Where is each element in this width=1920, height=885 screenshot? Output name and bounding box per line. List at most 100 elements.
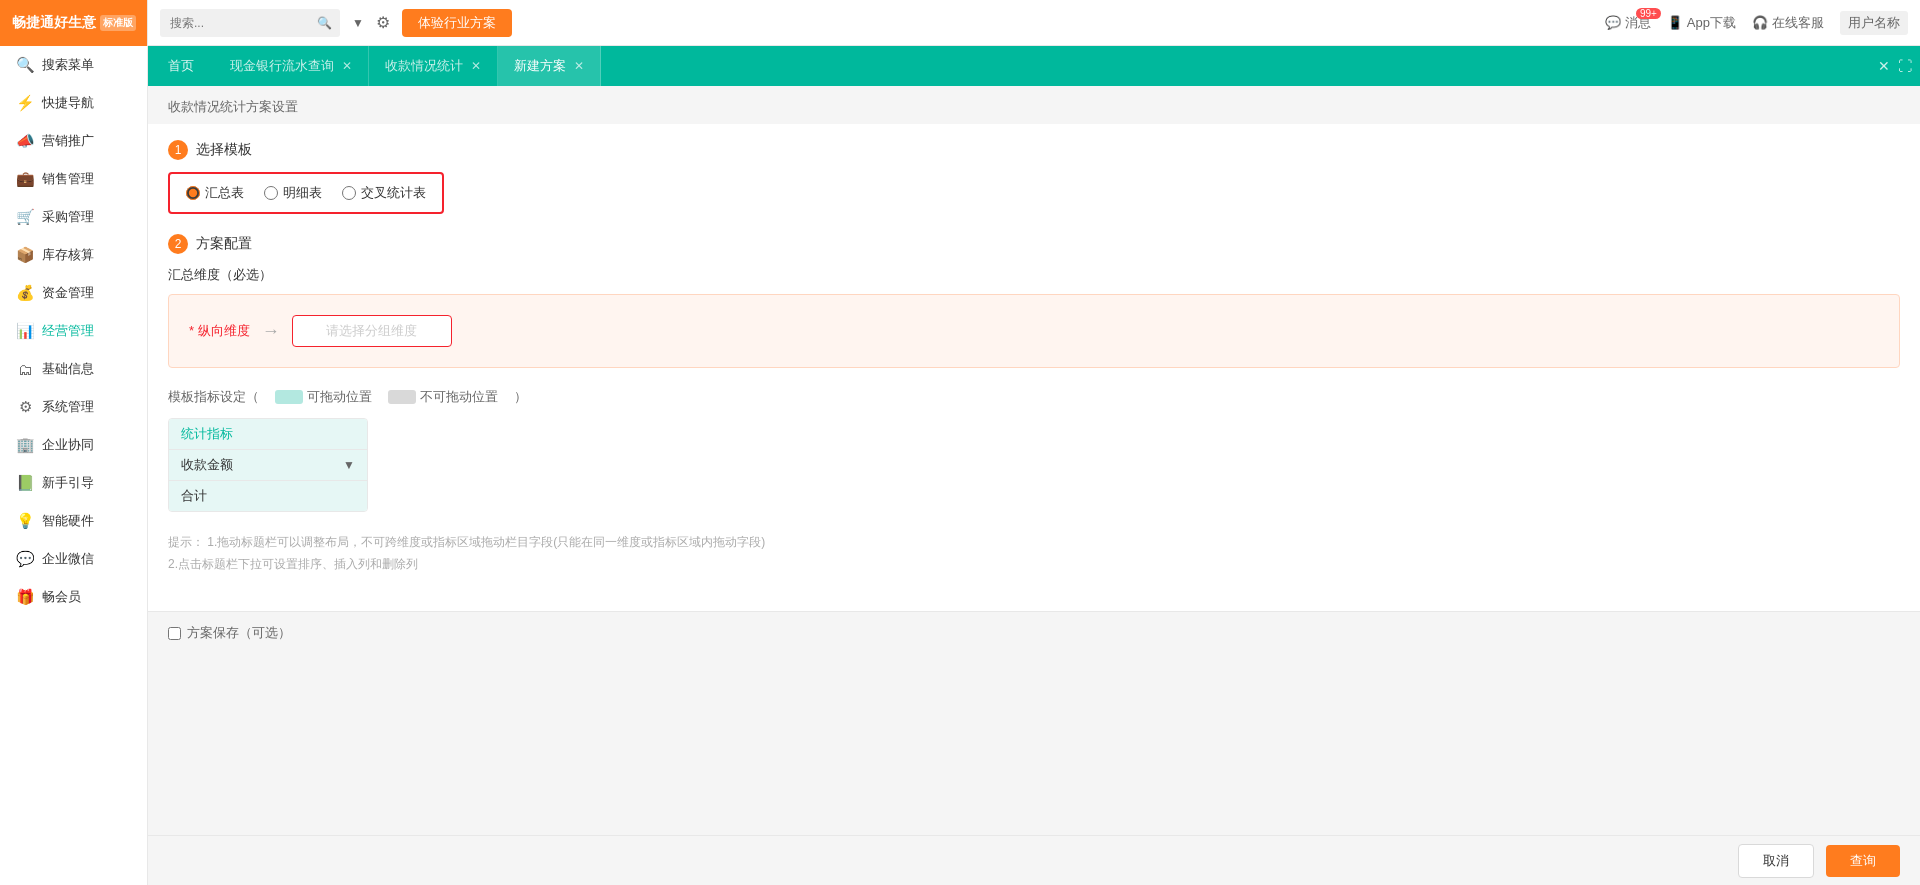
indicator-section-label-prefix: 模板指标设定（ [168, 388, 259, 406]
legend-non-draggable: 不可拖动位置 [388, 388, 498, 406]
operations-icon: 📊 [16, 322, 34, 340]
step1-number: 1 [168, 140, 188, 160]
sidebar-item-hardware[interactable]: 💡 智能硬件 [0, 502, 147, 540]
message-icon: 💬 [1605, 15, 1621, 30]
step2-number: 2 [168, 234, 188, 254]
maximize-icon[interactable]: ⛶ [1898, 58, 1912, 74]
dropdown-arrow[interactable]: ▼ [352, 16, 364, 30]
step1-block: 1 选择模板 汇总表 明细表 交叉统计表 [168, 140, 1900, 214]
hardware-icon: 💡 [16, 512, 34, 530]
sidebar-item-label: 资金管理 [42, 284, 94, 302]
dimension-select-button[interactable]: 请选择分组维度 [292, 315, 452, 347]
sidebar-item-sales[interactable]: 💼 销售管理 [0, 160, 147, 198]
sidebar-item-label: 基础信息 [42, 360, 94, 378]
non-draggable-label: 不可拖动位置 [420, 388, 498, 406]
messages-item[interactable]: 💬 消息 99+ [1605, 14, 1651, 32]
sidebar-item-enterprise[interactable]: 🏢 企业协同 [0, 426, 147, 464]
radio-huizong[interactable]: 汇总表 [186, 184, 244, 202]
sidebar-item-basic[interactable]: 🗂 基础信息 [0, 350, 147, 388]
sidebar-item-member[interactable]: 🎁 畅会员 [0, 578, 147, 616]
step1-title: 选择模板 [196, 141, 252, 159]
purchase-icon: 🛒 [16, 208, 34, 226]
topbar: 🔍 ▼ ⚙ 体验行业方案 💬 消息 99+ 📱 App下载 🎧 在线客服 用户名… [148, 0, 1920, 46]
sidebar-item-label: 销售管理 [42, 170, 94, 188]
sidebar-item-label: 快捷导航 [42, 94, 94, 112]
draggable-legend-box [275, 390, 303, 404]
indicator-amount-label: 收款金额 [181, 456, 233, 474]
tab-home[interactable]: 首页 [148, 46, 214, 86]
finance-icon: 💰 [16, 284, 34, 302]
close-window-icon[interactable]: ✕ [1878, 58, 1890, 74]
user-info[interactable]: 用户名称 [1840, 11, 1908, 35]
tab-close-newplan[interactable]: ✕ [574, 59, 584, 73]
sidebar-item-label: 搜索菜单 [42, 56, 94, 74]
sidebar-item-search[interactable]: 🔍 搜索菜单 [0, 46, 147, 84]
wechat-icon: 💬 [16, 550, 34, 568]
indicator-table: 统计指标 收款金额 ▼ 合计 [168, 418, 368, 512]
settings-icon[interactable]: ⚙ [376, 13, 390, 32]
industry-solution-button[interactable]: 体验行业方案 [402, 9, 512, 37]
chevron-down-icon: ▼ [343, 458, 355, 472]
radio-jiacha-label: 交叉统计表 [361, 184, 426, 202]
sidebar-item-finance[interactable]: 💰 资金管理 [0, 274, 147, 312]
sidebar-item-label: 智能硬件 [42, 512, 94, 530]
bottom-bar: 取消 查询 [148, 835, 1920, 885]
dimension-arrow: → [262, 321, 280, 342]
radio-jiacha[interactable]: 交叉统计表 [342, 184, 426, 202]
sidebar-item-label: 采购管理 [42, 208, 94, 226]
tab-close-cashflow[interactable]: ✕ [342, 59, 352, 73]
radio-huizong-label: 汇总表 [205, 184, 244, 202]
system-icon: ⚙ [16, 398, 34, 416]
radio-huizong-input[interactable] [186, 186, 200, 200]
content-area: 收款情况统计方案设置 1 选择模板 汇总表 明细表 [148, 86, 1920, 835]
sidebar-item-marketing[interactable]: 📣 营销推广 [0, 122, 147, 160]
indicator-total: 合计 [169, 481, 367, 511]
step1-header: 1 选择模板 [168, 140, 1900, 160]
tab-new-plan[interactable]: 新建方案 ✕ [498, 46, 601, 86]
download-item[interactable]: 📱 App下载 [1667, 14, 1736, 32]
dimension-area: 纵向维度 → 请选择分组维度 [168, 294, 1900, 368]
sidebar-item-guide[interactable]: 📗 新手引导 [0, 464, 147, 502]
guide-icon: 📗 [16, 474, 34, 492]
indicator-cell-amount[interactable]: 收款金额 ▼ [169, 450, 367, 481]
tip-1: 提示： 1.拖动标题栏可以调整布局，不可跨维度或指标区域拖动栏目字段(只能在同一… [168, 532, 1900, 554]
template-select-box: 汇总表 明细表 交叉统计表 [168, 172, 444, 214]
radio-mingxi-input[interactable] [264, 186, 278, 200]
sidebar-item-nav[interactable]: ⚡ 快捷导航 [0, 84, 147, 122]
tip-area: 提示： 1.拖动标题栏可以调整布局，不可跨维度或指标区域拖动栏目字段(只能在同一… [168, 532, 1900, 575]
sales-icon: 💼 [16, 170, 34, 188]
draggable-label: 可拖动位置 [307, 388, 372, 406]
tab-receipts[interactable]: 收款情况统计 ✕ [369, 46, 498, 86]
radio-mingxi[interactable]: 明细表 [264, 184, 322, 202]
cancel-button[interactable]: 取消 [1738, 844, 1814, 878]
sidebar-item-wechat[interactable]: 💬 企业微信 [0, 540, 147, 578]
save-checkbox[interactable] [168, 627, 181, 640]
topbar-right: 💬 消息 99+ 📱 App下载 🎧 在线客服 用户名称 [1605, 11, 1908, 35]
step2-block: 2 方案配置 汇总维度（必选） 纵向维度 → 请选择分组维度 模板指标设定（ [168, 234, 1900, 575]
indicator-hint: 模板指标设定（ 可拖动位置 不可拖动位置 ） [168, 388, 1900, 406]
download-label: App下载 [1687, 14, 1736, 32]
query-button[interactable]: 查询 [1826, 845, 1900, 877]
legend-draggable: 可拖动位置 [275, 388, 372, 406]
save-option: 方案保存（可选） [148, 611, 1920, 654]
sidebar-item-purchase[interactable]: 🛒 采购管理 [0, 198, 147, 236]
sidebar-item-operations[interactable]: 📊 经营管理 [0, 312, 147, 350]
sidebar-item-label: 经营管理 [42, 322, 94, 340]
search-wrap: 🔍 [160, 9, 340, 37]
sidebar-item-inventory[interactable]: 📦 库存核算 [0, 236, 147, 274]
search-input[interactable] [160, 9, 340, 37]
radio-jiacha-input[interactable] [342, 186, 356, 200]
service-item[interactable]: 🎧 在线客服 [1752, 14, 1824, 32]
tab-cashflow[interactable]: 现金银行流水查询 ✕ [214, 46, 369, 86]
sidebar-item-label: 新手引导 [42, 474, 94, 492]
dimension-section-label: 汇总维度（必选） [168, 266, 1900, 284]
service-icon: 🎧 [1752, 15, 1768, 30]
enterprise-icon: 🏢 [16, 436, 34, 454]
tab-close-receipts[interactable]: ✕ [471, 59, 481, 73]
step2-header: 2 方案配置 [168, 234, 1900, 254]
tabbar: 首页 现金银行流水查询 ✕ 收款情况统计 ✕ 新建方案 ✕ ✕ ⛶ [148, 46, 1920, 86]
sidebar-item-system[interactable]: ⚙ 系统管理 [0, 388, 147, 426]
vertical-dimension-label: 纵向维度 [189, 322, 250, 340]
inventory-icon: 📦 [16, 246, 34, 264]
nav-icon: ⚡ [16, 94, 34, 112]
